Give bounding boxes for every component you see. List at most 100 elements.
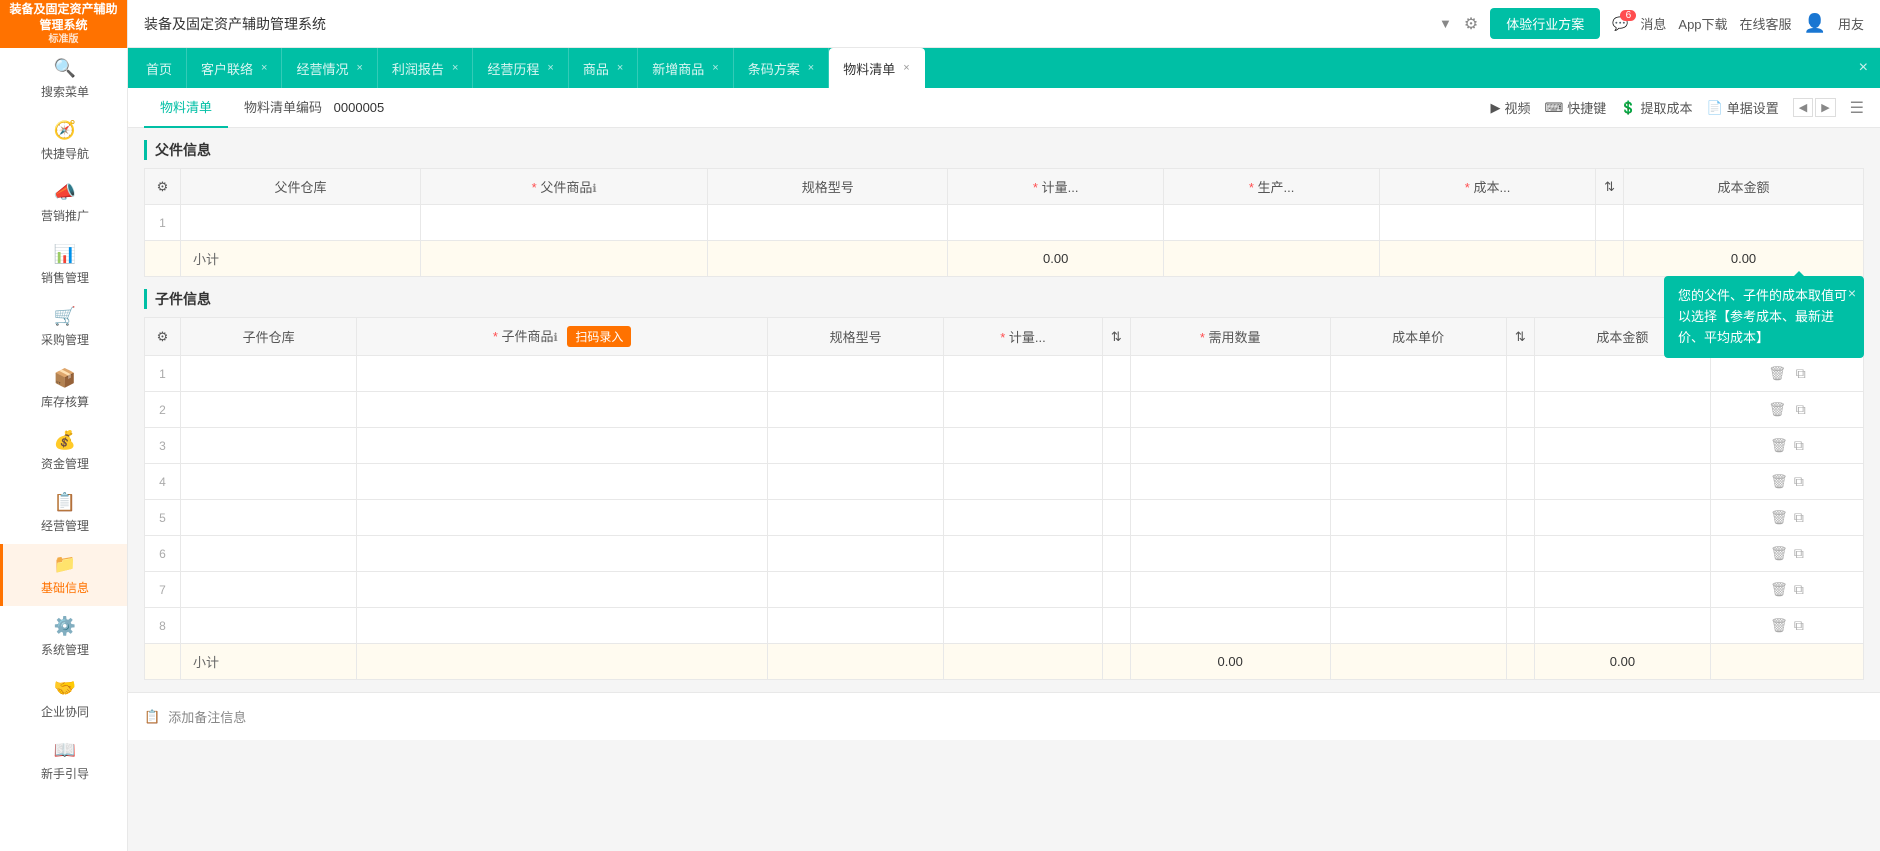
view-video-btn[interactable]: ▶ 视频 xyxy=(1491,98,1531,117)
tooltip-close-btn[interactable]: × xyxy=(1848,282,1856,304)
child-row-4-actions: 🗑⧉ xyxy=(1711,464,1864,500)
child-row-4: 4 🗑⧉ xyxy=(145,464,1864,500)
parent-subtotal-qty: 0.00 xyxy=(948,241,1164,277)
delete-icon-row4[interactable]: 🗑 xyxy=(1770,473,1788,489)
parent-col-gear[interactable]: ⚙ xyxy=(145,169,181,205)
child-row-1-qty[interactable] xyxy=(944,356,1103,392)
tab-home[interactable]: 首页 xyxy=(132,48,187,88)
sidebar-item-finance[interactable]: 💰 资金管理 xyxy=(0,420,127,482)
sub-tab-code: 物料清单编码 0000005 xyxy=(228,88,400,128)
parent-row-1-production[interactable] xyxy=(1164,205,1380,241)
doc-settings-btn[interactable]: 📄 单据设置 xyxy=(1707,98,1779,117)
sidebar-item-collab[interactable]: 🤝 企业协同 xyxy=(0,668,127,730)
sidebar-item-search[interactable]: 🔍 搜索菜单 xyxy=(0,48,127,110)
copy-icon-row2[interactable]: ⧉ xyxy=(1796,401,1806,417)
delete-icon-row1[interactable]: 🗑 xyxy=(1768,365,1786,381)
tab-goods[interactable]: 商品 × xyxy=(569,48,638,88)
app-download-btn[interactable]: App下载 xyxy=(1678,14,1727,33)
child-row-2-qty[interactable] xyxy=(944,392,1103,428)
tab-barcode[interactable]: 条码方案 × xyxy=(734,48,829,88)
online-service-btn[interactable]: 在线客服 xyxy=(1740,14,1792,33)
trial-btn[interactable]: 体验行业方案 xyxy=(1490,8,1600,39)
message-btn-wrap[interactable]: 💬 6 xyxy=(1612,16,1628,32)
child-row-1-goods[interactable] xyxy=(357,356,768,392)
shortcut-btn[interactable]: ⌨ 快捷键 xyxy=(1545,98,1607,117)
sidebar-item-sales[interactable]: 📊 销售管理 xyxy=(0,234,127,296)
tab-new-goods[interactable]: 新增商品 × xyxy=(638,48,733,88)
delete-icon-row8[interactable]: 🗑 xyxy=(1770,617,1788,633)
dropdown-arrow[interactable]: ▼ xyxy=(1439,16,1452,31)
child-row-2-actions: 🗑 ⧉ xyxy=(1711,392,1864,428)
nav-tabs: 首页 客户联络 × 经营情况 × 利润报告 × 经营历程 × 商品 × 新增商品… xyxy=(128,48,1880,88)
child-row-1-spec[interactable] xyxy=(767,356,943,392)
delete-icon-row3[interactable]: 🗑 xyxy=(1770,437,1788,453)
copy-icon-row7[interactable]: ⧉ xyxy=(1794,581,1804,597)
sidebar-item-guide[interactable]: 📖 新手引导 xyxy=(0,730,127,792)
copy-icon-row5[interactable]: ⧉ xyxy=(1794,509,1804,525)
tab-new-goods-close[interactable]: × xyxy=(712,62,718,74)
collab-icon: 🤝 xyxy=(54,678,76,699)
child-row-2-needed[interactable] xyxy=(1130,392,1330,428)
nav-next-btn[interactable]: ▶ xyxy=(1815,98,1835,117)
extract-cost-btn[interactable]: 💲 提取成本 xyxy=(1620,98,1692,117)
tab-profit-report[interactable]: 利润报告 × xyxy=(378,48,473,88)
tab-customer-close[interactable]: × xyxy=(261,62,267,74)
parent-row-1-cost[interactable] xyxy=(1380,205,1596,241)
sidebar-item-inventory-label: 库存核算 xyxy=(41,393,89,410)
sub-tab-bom-list[interactable]: 物料清单 xyxy=(144,88,228,128)
page-inner: 父件信息 ⚙ 父件仓库 * 父件商品ℹ 规格型号 * 计量... xyxy=(128,128,1880,692)
copy-icon-row8[interactable]: ⧉ xyxy=(1794,617,1804,633)
tab-customer[interactable]: 客户联络 × xyxy=(187,48,282,88)
copy-icon-row3[interactable]: ⧉ xyxy=(1794,437,1804,453)
hamburger-icon[interactable]: ☰ xyxy=(1850,98,1864,118)
child-row-1-warehouse[interactable] xyxy=(181,356,357,392)
child-row-2-spec[interactable] xyxy=(767,392,943,428)
settings-icon[interactable]: ⚙ xyxy=(1464,14,1478,34)
close-all-tabs-btn[interactable]: × xyxy=(1851,59,1876,77)
tab-operation-history[interactable]: 经营历程 × xyxy=(473,48,568,88)
delete-icon-row6[interactable]: 🗑 xyxy=(1770,545,1788,561)
child-row-6-num: 6 xyxy=(145,536,181,572)
sidebar-item-purchase[interactable]: 🛒 采购管理 xyxy=(0,296,127,358)
delete-icon-row2[interactable]: 🗑 xyxy=(1768,401,1786,417)
parent-row-1-qty[interactable] xyxy=(948,205,1164,241)
tab-operation-status-close[interactable]: × xyxy=(356,62,362,74)
scan-input-btn[interactable]: 扫码录入 xyxy=(567,326,631,347)
copy-icon-row6[interactable]: ⧉ xyxy=(1794,545,1804,561)
tab-barcode-close[interactable]: × xyxy=(808,62,814,74)
tab-operation-status[interactable]: 经营情况 × xyxy=(282,48,377,88)
child-row-2-num: 2 xyxy=(145,392,181,428)
sidebar-item-system[interactable]: ⚙️ 系统管理 xyxy=(0,606,127,668)
nav-prev-btn[interactable]: ◀ xyxy=(1793,98,1813,117)
sidebar-item-marketing[interactable]: 📣 营销推广 xyxy=(0,172,127,234)
sidebar-item-operation[interactable]: 📋 经营管理 xyxy=(0,482,127,544)
child-row-1-needed[interactable] xyxy=(1130,356,1330,392)
child-row-2-goods[interactable] xyxy=(357,392,768,428)
copy-icon-row1[interactable]: ⧉ xyxy=(1796,365,1806,381)
sidebar-item-guide-label: 新手引导 xyxy=(41,765,89,782)
child-col-sort2: ⇅ xyxy=(1506,318,1534,356)
child-row-2-warehouse[interactable] xyxy=(181,392,357,428)
parent-row-1-goods[interactable] xyxy=(420,205,707,241)
delete-icon-row5[interactable]: 🗑 xyxy=(1770,509,1788,525)
tab-bom-close[interactable]: × xyxy=(903,62,909,74)
sidebar-item-quick-nav[interactable]: 🧭 快捷导航 xyxy=(0,110,127,172)
note-icon: 📋 xyxy=(144,709,160,725)
child-row-5: 5 🗑⧉ xyxy=(145,500,1864,536)
sidebar-item-inventory[interactable]: 📦 库存核算 xyxy=(0,358,127,420)
copy-icon-row4[interactable]: ⧉ xyxy=(1794,473,1804,489)
delete-icon-row7[interactable]: 🗑 xyxy=(1770,581,1788,597)
sidebar-item-base-info[interactable]: 📁 基础信息 xyxy=(0,544,127,606)
child-col-gear[interactable]: ⚙ xyxy=(145,318,181,356)
parent-row-1-spec[interactable] xyxy=(708,205,948,241)
parent-row-1-warehouse[interactable] xyxy=(181,205,421,241)
tab-operation-history-close[interactable]: × xyxy=(547,62,553,74)
tab-goods-close[interactable]: × xyxy=(617,62,623,74)
child-row-2-unit-cost[interactable] xyxy=(1330,392,1506,428)
tab-profit-report-close[interactable]: × xyxy=(452,62,458,74)
system-title: 装备及固定资产辅助管理系统 xyxy=(144,14,1427,34)
child-row-6-actions: 🗑⧉ xyxy=(1711,536,1864,572)
child-row-1-unit-cost[interactable] xyxy=(1330,356,1506,392)
bottom-note-bar[interactable]: 📋 添加备注信息 xyxy=(128,692,1880,740)
tab-bom[interactable]: 物料清单 × xyxy=(829,48,924,88)
